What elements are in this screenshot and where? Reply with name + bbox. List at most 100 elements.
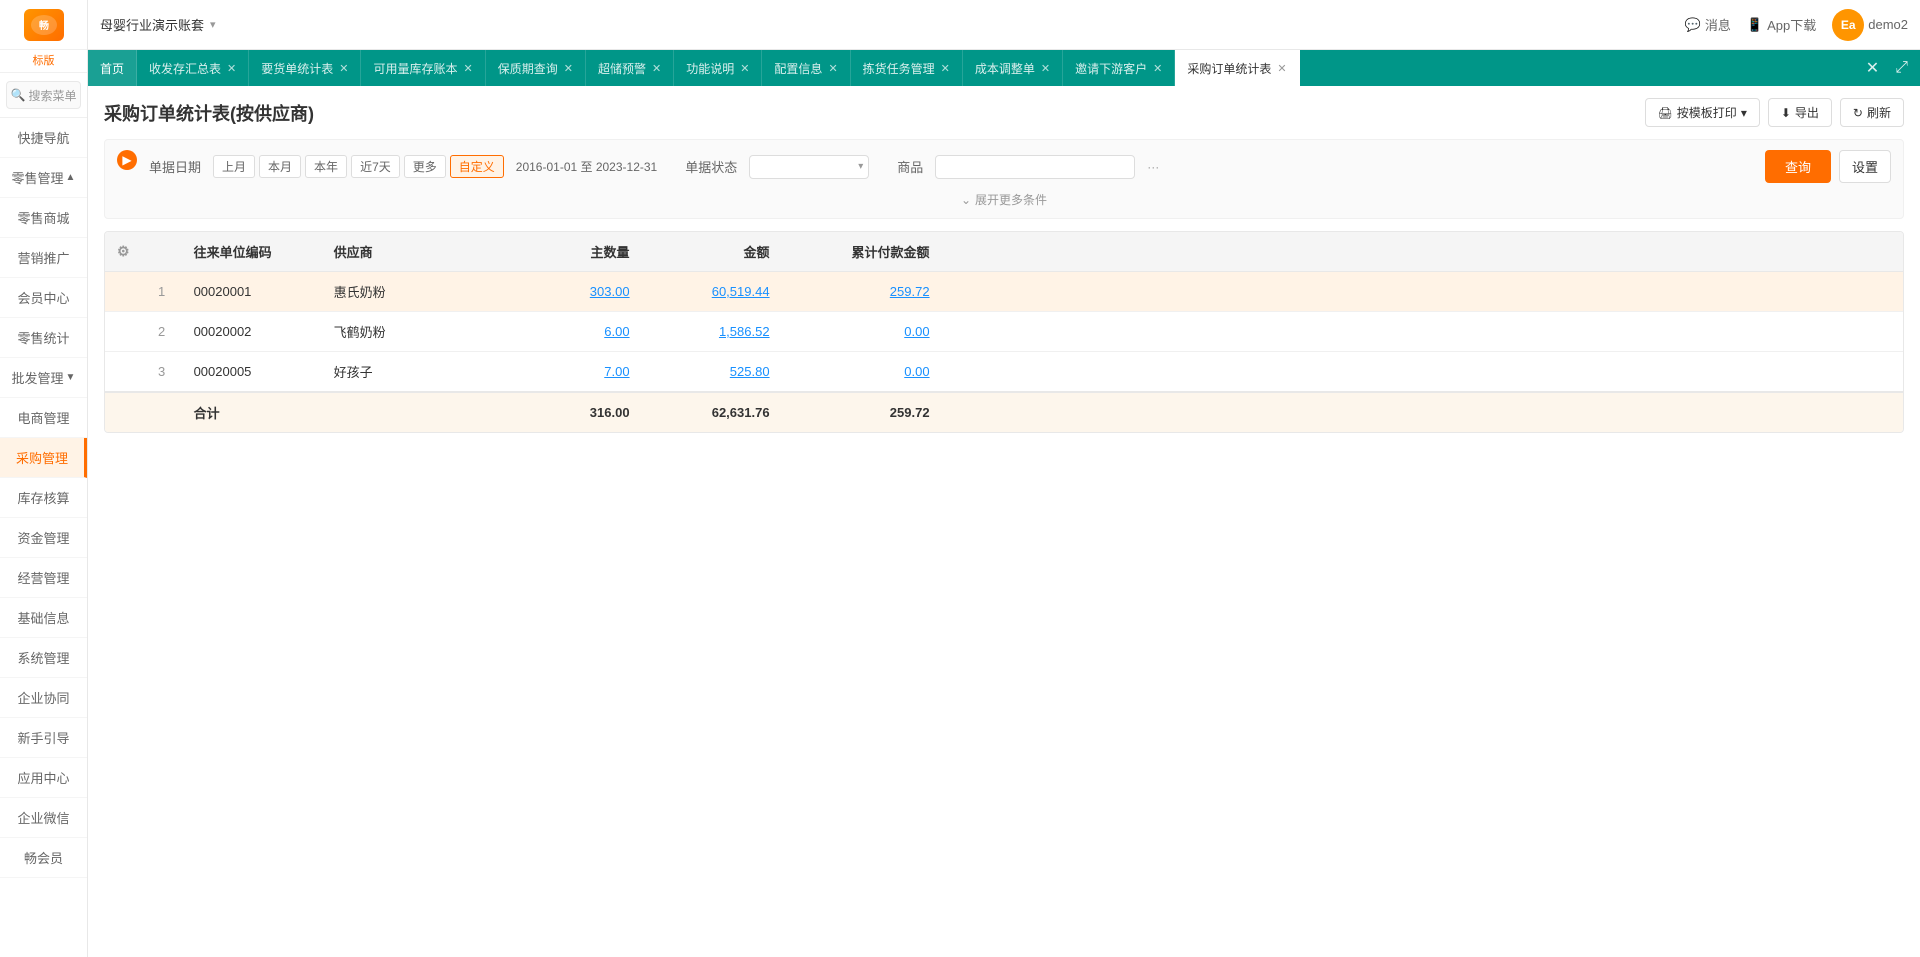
status-select-wrapper (749, 155, 869, 179)
sidebar-item-wechat[interactable]: 企业微信 (0, 798, 87, 838)
sidebar-item-wholesale[interactable]: 批发管理 ▼ (0, 358, 87, 398)
date-btn-custom[interactable]: 自定义 (450, 155, 504, 178)
tab-cost-adj[interactable]: 成本调整单 ✕ (963, 50, 1063, 86)
row-code: 00020005 (182, 352, 322, 393)
app-download-button[interactable]: 📱 App下载 (1747, 15, 1816, 34)
sidebar-item-collab[interactable]: 企业协同 (0, 678, 87, 718)
page-body: 采购订单统计表(按供应商) 🖨 按模板打印 ▾ ⬇ 导出 ↻ 刷新 (88, 86, 1920, 445)
tab-validity[interactable]: 保质期查询 ✕ (486, 50, 586, 86)
search-menu-button[interactable]: 🔍 搜索菜单 (6, 81, 81, 109)
sidebar-item-inventory[interactable]: 库存核算 (0, 478, 87, 518)
filter-bar: ▶ 单据日期 上月 本月 本年 近7天 更多 自定义 (104, 139, 1904, 219)
table-header-row: ⚙ 往来单位编码 供应商 主数量 (105, 232, 1903, 272)
wholesale-arrow-icon: ▼ (66, 372, 76, 383)
goods-more-button[interactable]: ··· (1147, 160, 1159, 174)
sidebar-item-marketing[interactable]: 营销推广 (0, 238, 87, 278)
table-row: 1 00020001 惠氏奶粉 303.00 60,519.44 259.72 (105, 272, 1903, 312)
date-btn-more[interactable]: 更多 (404, 155, 446, 178)
tab-close-avail-stock[interactable]: ✕ (464, 62, 473, 75)
row-qty[interactable]: 303.00 (522, 272, 642, 312)
tab-close-func-desc[interactable]: ✕ (740, 62, 749, 75)
sidebar-item-member2[interactable]: 畅会员 (0, 838, 87, 878)
org-name: 母婴行业演示账套 (100, 15, 204, 34)
tab-maximize-button[interactable]: ⤢ (1891, 59, 1912, 77)
app-logo: 畅 (24, 9, 64, 41)
goods-input[interactable] (935, 155, 1135, 179)
row-qty[interactable]: 7.00 (522, 352, 642, 393)
tab-close-validity[interactable]: ✕ (564, 62, 573, 75)
tab-close-purchase-stat[interactable]: ✕ (1277, 62, 1286, 75)
tab-avail-stock[interactable]: 可用量库存账本 ✕ (361, 50, 485, 86)
sidebar-item-retail-stat[interactable]: 零售统计 (0, 318, 87, 358)
sidebar-item-basic[interactable]: 基础信息 (0, 598, 87, 638)
row-settings (105, 352, 142, 393)
tab-home[interactable]: 首页 (88, 50, 137, 86)
date-btn-this-year[interactable]: 本年 (305, 155, 347, 178)
sidebar-item-member[interactable]: 会员中心 (0, 278, 87, 318)
print-button[interactable]: 🖨 按模板打印 ▾ (1645, 98, 1760, 127)
tab-pick-task[interactable]: 拣货任务管理 ✕ (851, 50, 963, 86)
refresh-button[interactable]: ↻ 刷新 (1840, 98, 1904, 127)
sidebar-item-newbie[interactable]: 新手引导 (0, 718, 87, 758)
tab-close-overstock[interactable]: ✕ (652, 62, 661, 75)
date-btn-7days[interactable]: 近7天 (351, 155, 400, 178)
row-settings (105, 312, 142, 352)
column-settings-icon[interactable]: ⚙ (117, 243, 130, 260)
row-amount[interactable]: 525.80 (642, 352, 782, 393)
filter-fields: 单据日期 上月 本月 本年 近7天 更多 自定义 2016-01-01 至 20… (149, 150, 1891, 183)
sidebar-item-finance[interactable]: 资金管理 (0, 518, 87, 558)
tab-close-config[interactable]: ✕ (828, 62, 837, 75)
row-qty[interactable]: 6.00 (522, 312, 642, 352)
row-paid[interactable]: 259.72 (782, 272, 942, 312)
col-header-extra (942, 232, 1903, 272)
date-btn-this-month[interactable]: 本月 (259, 155, 301, 178)
sidebar-item-purchase[interactable]: 采购管理 (0, 438, 87, 478)
tab-close-pick-task[interactable]: ✕ (941, 62, 950, 75)
sidebar-item-ops[interactable]: 经营管理 (0, 558, 87, 598)
sidebar-item-quick-nav[interactable]: 快捷导航 (0, 118, 87, 158)
row-amount[interactable]: 1,586.52 (642, 312, 782, 352)
setting-button[interactable]: 设置 (1839, 150, 1891, 183)
row-paid[interactable]: 0.00 (782, 352, 942, 393)
col-header-num (142, 232, 182, 272)
tab-close-all-button[interactable]: ✕ (1862, 58, 1883, 78)
sidebar-item-retail-shop[interactable]: 零售商城 (0, 198, 87, 238)
download-icon: 📱 (1747, 17, 1763, 33)
query-button[interactable]: 查询 (1765, 150, 1831, 183)
tab-invite-down[interactable]: 邀请下游客户 ✕ (1063, 50, 1175, 86)
sidebar-item-retail[interactable]: 零售管理 ▲ (0, 158, 87, 198)
row-settings (105, 272, 142, 312)
row-amount[interactable]: 60,519.44 (642, 272, 782, 312)
row-paid[interactable]: 0.00 (782, 312, 942, 352)
sidebar-item-ecommerce[interactable]: 电商管理 (0, 398, 87, 438)
tab-collect-send[interactable]: 收发存汇总表 ✕ (137, 50, 249, 86)
tab-overstock[interactable]: 超储预警 ✕ (586, 50, 674, 86)
tab-config[interactable]: 配置信息 ✕ (762, 50, 850, 86)
svg-text:畅: 畅 (39, 19, 49, 32)
tab-purchase-stat[interactable]: 采购订单统计表 ✕ (1175, 50, 1299, 86)
col-header-paid: 累计付款金额 (782, 232, 942, 272)
expand-more-button[interactable]: ⌄ 展开更多条件 (117, 191, 1891, 208)
message-button[interactable]: 💬 消息 (1685, 15, 1731, 34)
tab-close-collect-send[interactable]: ✕ (227, 62, 236, 75)
col-header-settings: ⚙ (105, 232, 142, 272)
tab-close-cost-adj[interactable]: ✕ (1041, 62, 1050, 75)
topbar-actions: 💬 消息 📱 App下载 Ea demo2 (1685, 9, 1908, 41)
date-btn-last-month[interactable]: 上月 (213, 155, 255, 178)
filter-toggle-button[interactable]: ▶ (117, 150, 137, 170)
sidebar-item-apps[interactable]: 应用中心 (0, 758, 87, 798)
tab-close-invite-down[interactable]: ✕ (1153, 62, 1162, 75)
org-selector[interactable]: 母婴行业演示账套 ▾ (100, 15, 1677, 34)
logo-area: 畅 (0, 0, 87, 50)
table-footer-row: 合计 316.00 62,631.76 259.72 (105, 392, 1903, 432)
row-extra (942, 312, 1903, 352)
message-icon: 💬 (1685, 17, 1701, 33)
tab-func-desc[interactable]: 功能说明 ✕ (674, 50, 762, 86)
user-menu[interactable]: Ea demo2 (1832, 9, 1908, 41)
status-select[interactable] (749, 155, 869, 179)
row-supplier: 好孩子 (322, 352, 522, 393)
sidebar-item-system[interactable]: 系统管理 (0, 638, 87, 678)
export-button[interactable]: ⬇ 导出 (1768, 98, 1832, 127)
tab-req-stat[interactable]: 要货单统计表 ✕ (249, 50, 361, 86)
tab-close-req-stat[interactable]: ✕ (339, 62, 348, 75)
